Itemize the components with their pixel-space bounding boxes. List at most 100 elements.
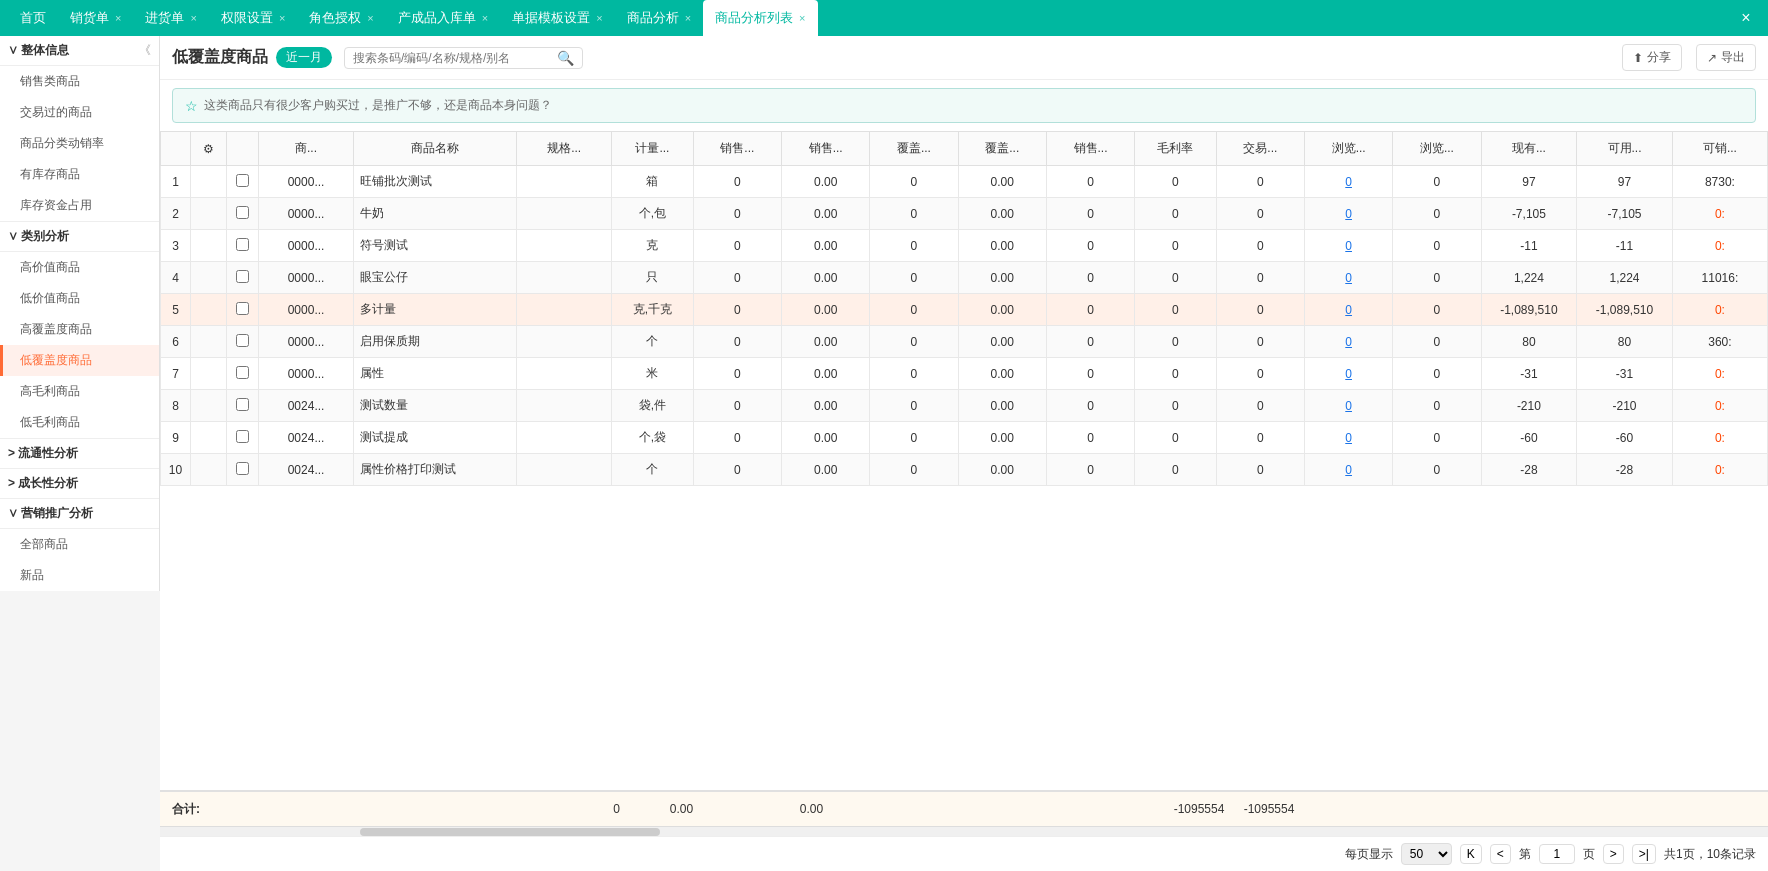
nav-tab-sales[interactable]: 销货单 × — [58, 0, 133, 36]
row-browse1[interactable]: 0 — [1304, 262, 1392, 294]
search-input[interactable] — [353, 51, 553, 65]
row-gross-margin: 0 — [1135, 422, 1217, 454]
page-number-input[interactable] — [1539, 844, 1575, 864]
search-icon[interactable]: 🔍 — [557, 50, 574, 66]
row-browse1[interactable]: 0 — [1304, 326, 1392, 358]
close-icon[interactable]: × — [482, 12, 488, 24]
row-checkbox[interactable] — [227, 198, 259, 230]
export-button[interactable]: ↗ 导出 — [1696, 44, 1756, 71]
nav-tab-analysis[interactable]: 商品分析 × — [615, 0, 703, 36]
page-size-select[interactable]: 50 100 200 — [1401, 843, 1452, 865]
period-button[interactable]: 近一月 — [276, 47, 332, 68]
sidebar-item-低覆盖度商品[interactable]: 低覆盖度商品 — [0, 345, 159, 376]
nav-tab-template[interactable]: 单据模板设置 × — [500, 0, 614, 36]
nav-tab-home[interactable]: 首页 — [8, 0, 58, 36]
row-browse1[interactable]: 0 — [1304, 198, 1392, 230]
row-code: 0000... — [259, 358, 354, 390]
nav-tab-role[interactable]: 角色授权 × — [297, 0, 385, 36]
settings-col-header[interactable]: ⚙ — [191, 132, 227, 166]
row-browse1[interactable]: 0 — [1304, 390, 1392, 422]
row-current-stock: -210 — [1481, 390, 1577, 422]
coverage1-col-header: 覆盖... — [870, 132, 958, 166]
sidebar-collapse-btn[interactable]: 《 — [139, 42, 151, 59]
sidebar-item-全部商品[interactable]: 全部商品 — [0, 529, 159, 560]
sidebar-item-交易过的商品[interactable]: 交易过的商品 — [0, 97, 159, 128]
horizontal-scrollbar[interactable] — [160, 826, 1768, 836]
sidebar-item-库存资金占用[interactable]: 库存资金占用 — [0, 190, 159, 221]
row-available: -210 — [1577, 390, 1673, 422]
row-unit: 个,包 — [612, 198, 694, 230]
table-row: 5 0000... 多计量 克,千克 0 0.00 0 0.00 0 0 0 0… — [161, 294, 1768, 326]
info-icon: ☆ — [185, 98, 198, 114]
row-checkbox[interactable] — [227, 422, 259, 454]
next-page-btn[interactable]: > — [1603, 844, 1624, 864]
close-icon[interactable]: × — [685, 12, 691, 24]
row-current-stock: -7,105 — [1481, 198, 1577, 230]
row-spec — [517, 358, 612, 390]
row-browse1[interactable]: 0 — [1304, 294, 1392, 326]
row-transaction: 0 — [1216, 294, 1304, 326]
row-checkbox[interactable] — [227, 262, 259, 294]
close-icon[interactable]: × — [115, 12, 121, 24]
sidebar-item-商品分类动销率[interactable]: 商品分类动销率 — [0, 128, 159, 159]
row-browse1[interactable]: 0 — [1304, 230, 1392, 262]
row-sales-qty: 0 — [693, 326, 781, 358]
row-coverage2: 0.00 — [958, 294, 1046, 326]
nav-tab-purchase[interactable]: 进货单 × — [133, 0, 208, 36]
close-icon[interactable]: × — [799, 12, 805, 24]
first-page-btn[interactable]: K — [1460, 844, 1482, 864]
row-sales-qty: 0 — [693, 454, 781, 486]
row-name: 符号测试 — [354, 230, 517, 262]
nav-tab-product[interactable]: 产成品入库单 × — [386, 0, 500, 36]
row-browse1[interactable]: 0 — [1304, 358, 1392, 390]
row-coverage2: 0.00 — [958, 390, 1046, 422]
sidebar-item-高价值商品[interactable]: 高价值商品 — [0, 252, 159, 283]
row-checkbox[interactable] — [227, 294, 259, 326]
row-sellable: 11016: — [1672, 262, 1767, 294]
sidebar-item-新品[interactable]: 新品 — [0, 560, 159, 591]
row-name: 多计量 — [354, 294, 517, 326]
row-coverage2: 0.00 — [958, 166, 1046, 198]
row-sellable: 0: — [1672, 198, 1767, 230]
close-icon[interactable]: × — [596, 12, 602, 24]
row-checkbox[interactable] — [227, 166, 259, 198]
share-icon: ⬆ — [1633, 51, 1643, 65]
row-checkbox[interactable] — [227, 230, 259, 262]
row-checkbox[interactable] — [227, 326, 259, 358]
row-browse1[interactable]: 0 — [1304, 422, 1392, 454]
share-button[interactable]: ⬆ 分享 — [1622, 44, 1682, 71]
row-sellable: 0: — [1672, 454, 1767, 486]
sidebar-item-高毛利商品[interactable]: 高毛利商品 — [0, 376, 159, 407]
sidebar-item-低价值商品[interactable]: 低价值商品 — [0, 283, 159, 314]
row-available: 1,224 — [1577, 262, 1673, 294]
row-gross-margin: 0 — [1135, 198, 1217, 230]
sidebar-item-销售类商品[interactable]: 销售类商品 — [0, 66, 159, 97]
close-icon[interactable]: × — [367, 12, 373, 24]
last-page-btn[interactable]: >| — [1632, 844, 1656, 864]
row-code: 0024... — [259, 422, 354, 454]
close-icon[interactable]: × — [279, 12, 285, 24]
row-name: 属性价格打印测试 — [354, 454, 517, 486]
row-name: 旺铺批次测试 — [354, 166, 517, 198]
row-checkbox[interactable] — [227, 358, 259, 390]
row-sales-qty: 0 — [693, 422, 781, 454]
row-coverage2: 0.00 — [958, 230, 1046, 262]
sidebar-item-低毛利商品[interactable]: 低毛利商品 — [0, 407, 159, 438]
page-suffix: 页 — [1583, 846, 1595, 863]
nav-tab-analysis-list[interactable]: 商品分析列表 × — [703, 0, 817, 36]
row-browse1[interactable]: 0 — [1304, 166, 1392, 198]
row-settings — [191, 166, 227, 198]
row-spec — [517, 326, 612, 358]
nav-tab-permission[interactable]: 权限设置 × — [209, 0, 297, 36]
row-browse1[interactable]: 0 — [1304, 454, 1392, 486]
row-settings — [191, 390, 227, 422]
sidebar-item-高覆盖度商品[interactable]: 高覆盖度商品 — [0, 314, 159, 345]
row-checkbox[interactable] — [227, 454, 259, 486]
footer-available: -1095554 — [1234, 802, 1304, 816]
close-window-button[interactable]: × — [1732, 4, 1760, 32]
prev-page-btn[interactable]: < — [1490, 844, 1511, 864]
sidebar-item-有库存商品[interactable]: 有库存商品 — [0, 159, 159, 190]
row-checkbox[interactable] — [227, 390, 259, 422]
close-icon[interactable]: × — [190, 12, 196, 24]
row-number: 5 — [161, 294, 191, 326]
